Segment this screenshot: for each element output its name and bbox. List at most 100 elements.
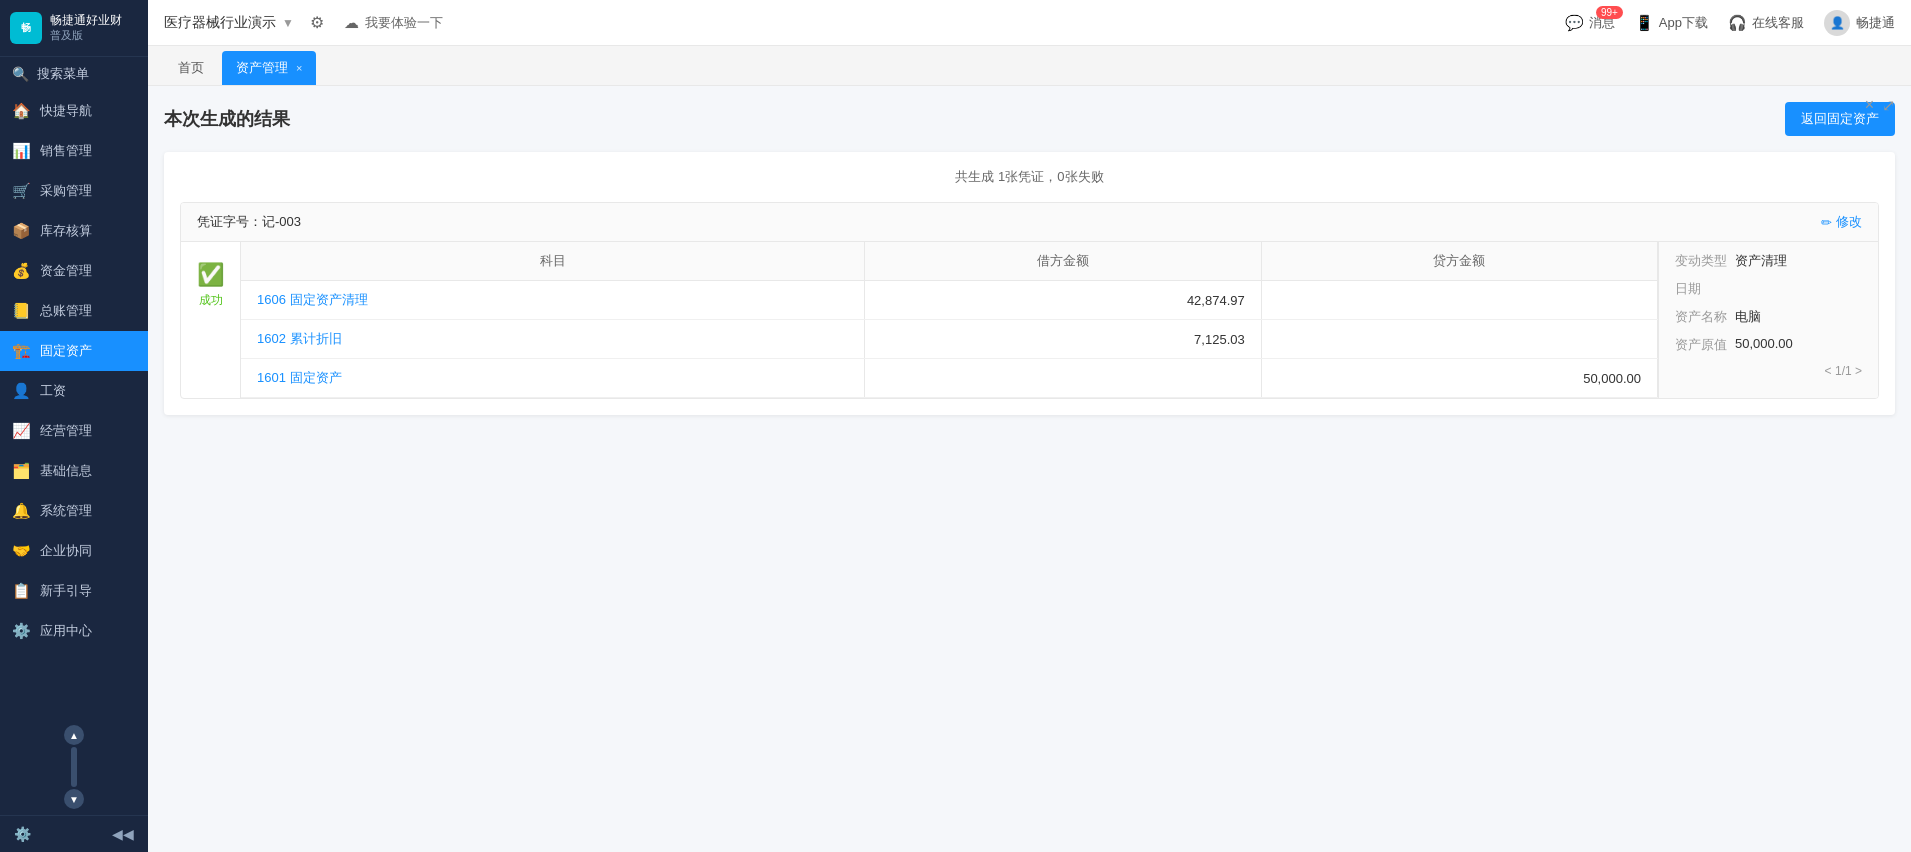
company-dropdown-icon: ▼ — [282, 16, 294, 30]
sidebar-item-label: 采购管理 — [40, 182, 92, 200]
sidebar-item-purchase[interactable]: 🛒 采购管理 — [0, 171, 148, 211]
sidebar-item-label: 工资 — [40, 382, 66, 400]
summary-text: 共生成 1张凭证，0张失败 — [180, 168, 1879, 186]
experience-icon: ☁ — [344, 14, 359, 32]
content-area: × ⤢ 本次生成的结果 返回固定资产 共生成 1张凭证，0张失败 凭证字号：记-… — [148, 86, 1911, 852]
close-panel-icon[interactable]: × — [1865, 96, 1874, 115]
payroll-icon: 👤 — [12, 382, 30, 400]
sidebar-item-label: 企业协同 — [40, 542, 92, 560]
logo-sub: 普及版 — [50, 28, 122, 43]
asset-name-value: 电脑 — [1735, 308, 1761, 326]
online-support-button[interactable]: 🎧 在线客服 — [1728, 14, 1804, 32]
page-title: 本次生成的结果 — [164, 107, 290, 131]
edit-button[interactable]: ✏ 修改 — [1821, 213, 1862, 231]
sidebar-item-funds[interactable]: 💰 资金管理 — [0, 251, 148, 291]
sidebar-item-quick-nav[interactable]: 🏠 快捷导航 — [0, 91, 148, 131]
user-name: 畅捷通 — [1856, 14, 1895, 32]
table-row: 1606 固定资产清理 42,874.97 — [241, 281, 1658, 320]
pagination-next[interactable]: > — [1855, 364, 1862, 378]
voucher-block: 凭证字号：记-003 ✏ 修改 ✅ 成功 — [180, 202, 1879, 399]
side-info-original-value: 资产原值 50,000.00 — [1675, 336, 1862, 354]
sidebar-item-fixed-assets[interactable]: 🏗️ 固定资产 — [0, 331, 148, 371]
sidebar-item-label: 新手引导 — [40, 582, 92, 600]
pagination-prev[interactable]: < — [1825, 364, 1832, 378]
sidebar-logo: 畅 畅捷通好业财 普及版 — [0, 0, 148, 57]
sidebar-item-label: 经营管理 — [40, 422, 92, 440]
collapse-icon[interactable]: ◀◀ — [112, 826, 134, 842]
tab-asset-management[interactable]: 资产管理 × — [222, 51, 316, 85]
table-row: 1602 累计折旧 7,125.03 — [241, 320, 1658, 359]
scroll-up-button[interactable]: ▲ — [64, 725, 84, 745]
voucher-header: 凭证字号：记-003 ✏ 修改 — [181, 203, 1878, 242]
date-label: 日期 — [1675, 280, 1735, 298]
sidebar-item-label: 库存核算 — [40, 222, 92, 240]
pagination-info: 1/1 — [1835, 364, 1855, 378]
avatar: 👤 — [1824, 10, 1850, 36]
app-center-icon: ⚙️ — [12, 622, 30, 640]
sidebar-item-app-center[interactable]: ⚙️ 应用中心 — [0, 611, 148, 651]
enterprise-icon: 🤝 — [12, 542, 30, 560]
experience-button[interactable]: ☁ 我要体验一下 — [344, 14, 443, 32]
app-download-button[interactable]: 📱 App下载 — [1635, 14, 1708, 32]
sidebar-item-label: 销售管理 — [40, 142, 92, 160]
tab-close-icon[interactable]: × — [296, 62, 302, 74]
credit-cell-2 — [1261, 320, 1657, 359]
debit-cell-3 — [865, 359, 1261, 398]
settings-gear-icon[interactable]: ⚙ — [310, 13, 324, 32]
scroll-down-button[interactable]: ▼ — [64, 789, 84, 809]
tab-home[interactable]: 首页 — [164, 51, 218, 85]
messages-icon: 💬 — [1565, 14, 1584, 32]
main-area: 医疗器械行业演示 ▼ ⚙ ☁ 我要体验一下 💬 消息 99+ 📱 App下载 🎧… — [148, 0, 1911, 852]
original-value-value: 50,000.00 — [1735, 336, 1793, 354]
sidebar-item-label: 快捷导航 — [40, 102, 92, 120]
status-text: 成功 — [199, 292, 223, 309]
original-value-label: 资产原值 — [1675, 336, 1735, 354]
sidebar-item-operations[interactable]: 📈 经营管理 — [0, 411, 148, 451]
sidebar-item-enterprise[interactable]: 🤝 企业协同 — [0, 531, 148, 571]
settings-icon[interactable]: ⚙️ — [14, 826, 31, 842]
change-type-label: 变动类型 — [1675, 252, 1735, 270]
side-pagination: < 1/1 > — [1675, 364, 1862, 378]
sales-icon: 📊 — [12, 142, 30, 160]
sidebar-item-system[interactable]: 🔔 系统管理 — [0, 491, 148, 531]
subject-cell-2: 1602 累计折旧 — [241, 320, 865, 359]
col-credit: 贷方金额 — [1261, 242, 1657, 281]
voucher-table: 科目 借方金额 贷方金额 1606 固定资产清理 42,874.97 — [241, 242, 1658, 398]
fixed-assets-icon: 🏗️ — [12, 342, 30, 360]
sidebar-item-label: 固定资产 — [40, 342, 92, 360]
sidebar-item-label: 总账管理 — [40, 302, 92, 320]
company-selector[interactable]: 医疗器械行业演示 ▼ — [164, 14, 294, 32]
sidebar-item-sales[interactable]: 📊 销售管理 — [0, 131, 148, 171]
sidebar-item-payroll[interactable]: 👤 工资 — [0, 371, 148, 411]
messages-button[interactable]: 💬 消息 99+ — [1565, 14, 1615, 32]
sidebar-item-basic-info[interactable]: 🗂️ 基础信息 — [0, 451, 148, 491]
credit-cell-1 — [1261, 281, 1657, 320]
experience-label: 我要体验一下 — [365, 14, 443, 32]
messages-badge: 99+ — [1596, 6, 1623, 19]
tabbar: 首页 资产管理 × — [148, 46, 1911, 86]
side-info-date: 日期 — [1675, 280, 1862, 298]
company-name: 医疗器械行业演示 — [164, 14, 276, 32]
sidebar-item-inventory[interactable]: 📦 库存核算 — [0, 211, 148, 251]
sidebar-scrollbar: ▲ ▼ — [0, 719, 148, 815]
sidebar-search[interactable]: 🔍 搜索菜单 — [0, 57, 148, 91]
side-info-asset-name: 资产名称 电脑 — [1675, 308, 1862, 326]
purchase-icon: 🛒 — [12, 182, 30, 200]
sidebar: 畅 畅捷通好业财 普及版 🔍 搜索菜单 🏠 快捷导航 📊 销售管理 🛒 采购管理… — [0, 0, 148, 852]
side-info-panel: 变动类型 资产清理 日期 资产名称 电脑 资产原值 — [1658, 242, 1878, 398]
sidebar-item-ledger[interactable]: 📒 总账管理 — [0, 291, 148, 331]
online-support-label: 在线客服 — [1752, 14, 1804, 32]
credit-cell-3: 50,000.00 — [1261, 359, 1657, 398]
search-icon: 🔍 — [12, 66, 29, 82]
sidebar-item-guide[interactable]: 📋 新手引导 — [0, 571, 148, 611]
app-download-label: App下载 — [1659, 14, 1708, 32]
scroll-track — [71, 747, 77, 787]
sidebar-nav: 🏠 快捷导航 📊 销售管理 🛒 采购管理 📦 库存核算 💰 资金管理 📒 总账管… — [0, 91, 148, 719]
sidebar-search-label: 搜索菜单 — [37, 65, 89, 83]
panel-controls: × ⤢ — [1865, 96, 1895, 115]
online-support-icon: 🎧 — [1728, 14, 1747, 32]
expand-panel-icon[interactable]: ⤢ — [1882, 96, 1895, 115]
user-menu[interactable]: 👤 畅捷通 — [1824, 10, 1895, 36]
app-download-icon: 📱 — [1635, 14, 1654, 32]
debit-cell-1: 42,874.97 — [865, 281, 1261, 320]
